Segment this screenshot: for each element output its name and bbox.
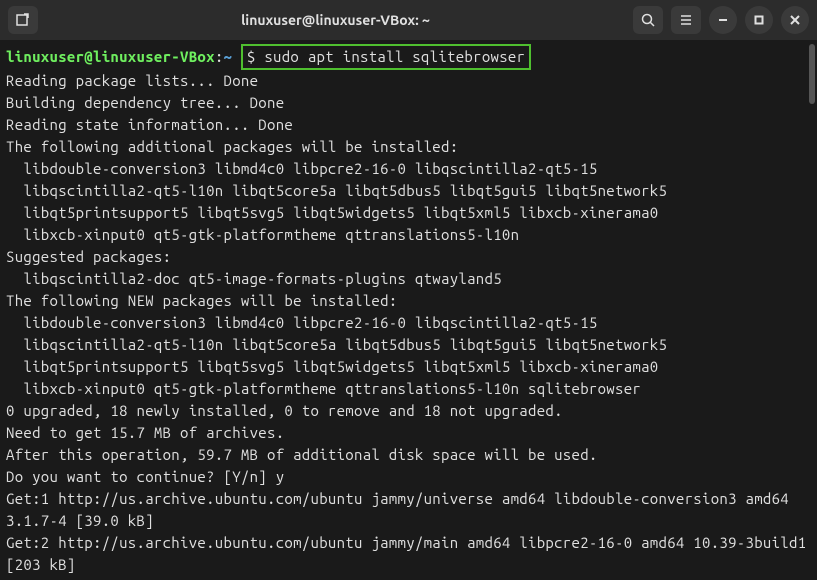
output-line: libqt5printsupport5 libqt5svg5 libqt5wid… [6, 356, 811, 378]
search-button[interactable] [633, 6, 663, 34]
output-line: Reading state information... Done [6, 114, 811, 136]
command-highlight: $ sudo apt install sqlitebrowser [241, 44, 531, 70]
new-tab-button[interactable] [8, 6, 38, 34]
output-line: libdouble-conversion3 libmd4c0 libpcre2-… [6, 158, 811, 180]
terminal-content[interactable]: linuxuser@linuxuser-VBox:~ $ sudo apt in… [0, 40, 817, 580]
output-line: libqscintilla2-doc qt5-image-formats-plu… [6, 268, 811, 290]
new-tab-icon [15, 12, 31, 28]
window-title: linuxuser@linuxuser-VBox: ~ [46, 12, 625, 28]
output-line: Reading package lists... Done [6, 70, 811, 92]
minimize-button[interactable] [709, 6, 737, 34]
output-line: Need to get 15.7 MB of archives. [6, 422, 811, 444]
output-line: Building dependency tree... Done [6, 92, 811, 114]
prompt-colon: : [215, 48, 224, 65]
output-line: libxcb-xinput0 qt5-gtk-platformtheme qtt… [6, 224, 811, 246]
titlebar: linuxuser@linuxuser-VBox: ~ [0, 0, 817, 40]
maximize-icon [754, 15, 764, 25]
hamburger-icon [678, 12, 694, 28]
titlebar-left [8, 6, 38, 34]
prompt-user-host: linuxuser@linuxuser-VBox [6, 48, 215, 65]
output-line: 0 upgraded, 18 newly installed, 0 to rem… [6, 400, 811, 422]
output-line: libqscintilla2-qt5-l10n libqt5core5a lib… [6, 334, 811, 356]
prompt-line: linuxuser@linuxuser-VBox:~ $ sudo apt in… [6, 44, 811, 70]
output-line: Get:2 http://us.archive.ubuntu.com/ubunt… [6, 532, 811, 576]
maximize-button[interactable] [745, 6, 773, 34]
search-icon [640, 12, 656, 28]
output-line: After this operation, 59.7 MB of additio… [6, 444, 811, 466]
prompt-path: ~ [224, 48, 233, 65]
scrollbar-thumb[interactable] [809, 44, 815, 104]
titlebar-right [633, 6, 809, 34]
output-line: The following NEW packages will be insta… [6, 290, 811, 312]
output-line: libqscintilla2-qt5-l10n libqt5core5a lib… [6, 180, 811, 202]
close-button[interactable] [781, 6, 809, 34]
output-line: libdouble-conversion3 libmd4c0 libpcre2-… [6, 312, 811, 334]
close-icon [790, 15, 800, 25]
menu-button[interactable] [671, 6, 701, 34]
output-line: libqt5printsupport5 libqt5svg5 libqt5wid… [6, 202, 811, 224]
output-line: Suggested packages: [6, 246, 811, 268]
output-line: libxcb-xinput0 qt5-gtk-platformtheme qtt… [6, 378, 811, 400]
minimize-icon [718, 15, 728, 25]
output-line: Get:1 http://us.archive.ubuntu.com/ubunt… [6, 488, 811, 532]
output-line: Do you want to continue? [Y/n] y [6, 466, 811, 488]
output-line: The following additional packages will b… [6, 136, 811, 158]
